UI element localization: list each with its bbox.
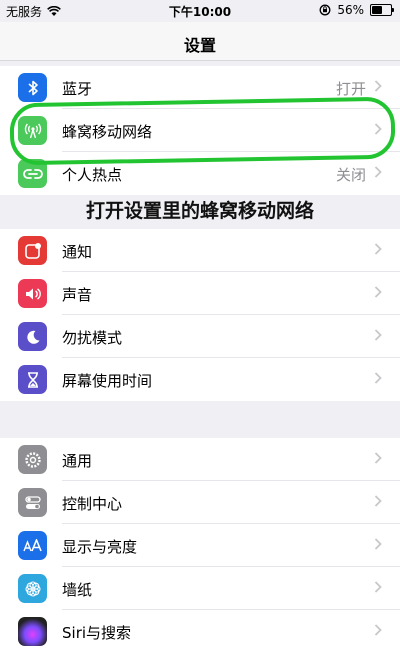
settings-row-label: 个人热点 [62,166,123,184]
text-size-icon [18,531,47,560]
chevron-right-icon [374,286,382,298]
settings-row-label: 墙纸 [62,581,93,599]
navigation-bar: 设置 [0,22,400,61]
settings-group-notifications: 通知 声音 勿扰模式 屏幕使用时间 [0,229,400,401]
rotation-lock-icon [319,4,331,16]
chevron-right-icon [374,166,382,178]
settings-row-value: 关闭 [335,166,366,184]
status-bar: 无服务 下午10:00 56% [0,0,400,22]
settings-row-label: 通知 [62,243,93,261]
settings-row-label: 勿扰模式 [62,329,123,347]
settings-row-label: 屏幕使用时间 [62,372,153,390]
hourglass-icon [18,365,47,394]
chevron-right-icon [374,495,382,507]
instruction-caption: 打开设置里的蜂窝移动网络 [85,200,314,222]
settings-row-value: 打开 [335,80,366,98]
flower-icon [18,574,47,603]
chevron-right-icon [374,581,382,593]
settings-row-do-not-disturb[interactable]: 勿扰模式 [0,315,400,358]
highlight-circle-annotation [9,96,396,166]
settings-row-general[interactable]: 通用 [0,438,400,481]
settings-row-notifications[interactable]: 通知 [0,229,400,272]
siri-icon [18,617,47,646]
settings-row-sounds[interactable]: 声音 [0,272,400,315]
chevron-right-icon [374,538,382,550]
settings-row-label: 蓝牙 [62,80,93,98]
page-title: 设置 [183,36,216,55]
bluetooth-icon [18,73,47,102]
settings-row-label: 声音 [62,286,93,304]
chevron-right-icon [374,372,382,384]
settings-row-control-center[interactable]: 控制中心 [0,481,400,524]
moon-icon [18,322,47,351]
gear-icon [18,445,47,474]
battery-percent: 56% [337,3,364,17]
notifications-icon [18,236,47,265]
chevron-right-icon [374,624,382,636]
chevron-right-icon [374,80,382,92]
chevron-right-icon [374,452,382,464]
settings-row-screen-time[interactable]: 屏幕使用时间 [0,358,400,401]
settings-group-general: 通用 控制中心 显示与亮度 墙纸 Siri与搜索 [0,438,400,653]
chevron-right-icon [374,329,382,341]
settings-row-label: 显示与亮度 [62,538,138,556]
settings-row-label: Siri与搜索 [62,624,132,642]
settings-row-label: 控制中心 [62,495,123,513]
settings-row-display-brightness[interactable]: 显示与亮度 [0,524,400,567]
chevron-right-icon [374,243,382,255]
toggles-icon [18,488,47,517]
settings-row-siri-search[interactable]: Siri与搜索 [0,610,400,653]
sound-icon [18,279,47,308]
settings-row-wallpaper[interactable]: 墙纸 [0,567,400,610]
settings-row-label: 通用 [62,452,93,470]
battery-icon [370,4,394,16]
